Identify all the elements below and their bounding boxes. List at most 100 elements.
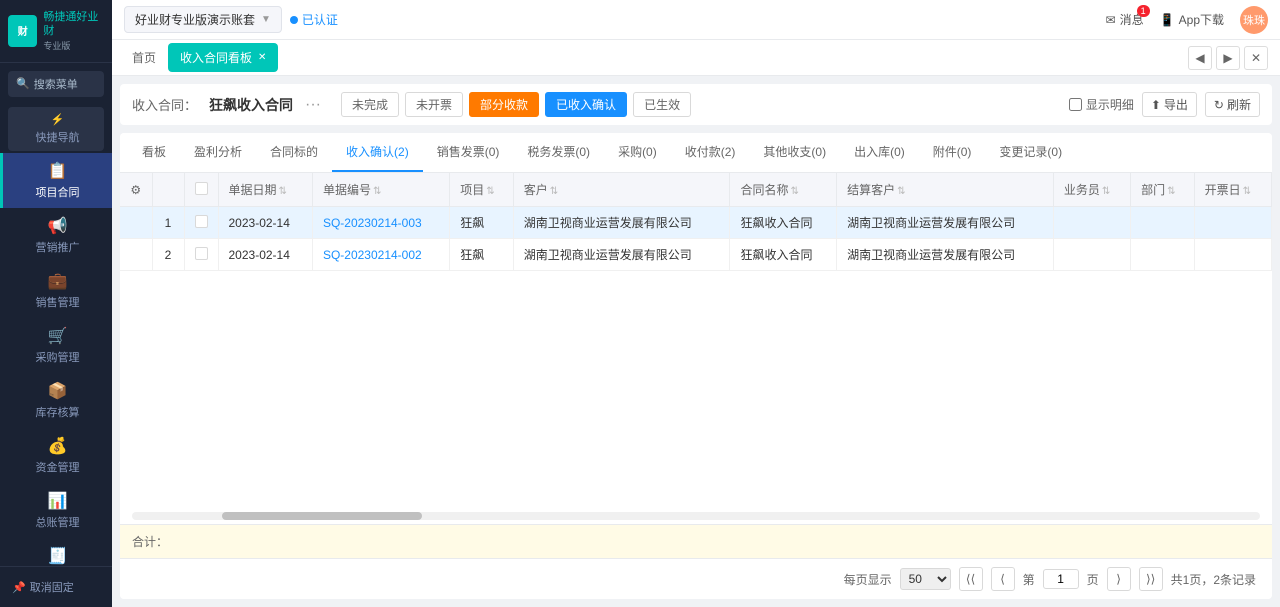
status-partial_collected[interactable]: 部分收款 xyxy=(469,92,539,117)
sidebar-item-project[interactable]: 📋项目合同 xyxy=(0,153,112,208)
row-check[interactable] xyxy=(184,207,218,239)
export-button[interactable]: ⬆ 导出 xyxy=(1142,92,1197,117)
sidebar-item-inventory[interactable]: 📦库存核算 xyxy=(0,373,112,428)
row-settings[interactable] xyxy=(120,239,152,271)
sidebar-item-label: 总账管理 xyxy=(36,514,80,530)
table-row[interactable]: 2 2023-02-14 SQ-20230214-002 狂飙 湖南卫视商业运营… xyxy=(120,239,1272,271)
pagination-bar: 每页显示 50 100 200 ⟨⟨ ⟨ 第 页 ⟩ ⟩⟩ 共1页，2 xyxy=(120,558,1272,599)
sidebar-item-sales[interactable]: 💼销售管理 xyxy=(0,263,112,318)
inner-tab-profit[interactable]: 盈利分析 xyxy=(180,133,256,172)
quick-nav-icon: ⚡ xyxy=(51,113,65,126)
inner-tab-change_log[interactable]: 变更记录(0) xyxy=(985,133,1076,172)
page-number-input[interactable] xyxy=(1043,569,1079,589)
col-customer[interactable]: 客户⇅ xyxy=(513,173,730,207)
row-number[interactable]: SQ-20230214-002 xyxy=(312,239,449,271)
page-label-after: 页 xyxy=(1087,571,1099,588)
col-open_date[interactable]: 开票日⇅ xyxy=(1194,173,1271,207)
search-menu-button[interactable]: 🔍 搜索菜单 xyxy=(8,71,104,97)
sidebar-item-capital[interactable]: 💰资金管理 xyxy=(0,428,112,483)
status-effective[interactable]: 已生效 xyxy=(633,92,691,117)
inner-tab-kanban[interactable]: 看板 xyxy=(128,133,180,172)
col-number[interactable]: 单据编号⇅ xyxy=(312,173,449,207)
tab-prev-button[interactable]: ◀ xyxy=(1188,46,1212,70)
certified-dot xyxy=(290,16,298,24)
tab-close-button[interactable]: ✕ xyxy=(1244,46,1268,70)
total-pages-label: 共1页，2条记录 xyxy=(1171,571,1256,588)
row-number[interactable]: SQ-20230214-003 xyxy=(312,207,449,239)
col-end_customer[interactable]: 结算客户⇅ xyxy=(837,173,1054,207)
tab-close-icon[interactable]: ✕ xyxy=(258,52,266,63)
table-row[interactable]: 1 2023-02-14 SQ-20230214-003 狂飙 湖南卫视商业运营… xyxy=(120,207,1272,239)
tabbar: 首页 收入合同看板 ✕ ◀ ▶ ✕ xyxy=(112,40,1280,76)
purchase-icon: 🛒 xyxy=(48,326,68,346)
scrollbar-thumb[interactable] xyxy=(222,512,422,520)
row-date: 2023-02-14 xyxy=(218,207,312,239)
select-all-checkbox[interactable] xyxy=(195,182,208,195)
inner-tab-other_income[interactable]: 其他收支(0) xyxy=(749,133,840,172)
sidebar-item-label: 销售管理 xyxy=(36,294,80,310)
app-download-button[interactable]: 📱 App下载 xyxy=(1160,11,1224,28)
last-page-button[interactable]: ⟩⟩ xyxy=(1139,567,1163,591)
inner-tab-contract_standard[interactable]: 合同标的 xyxy=(256,133,332,172)
sort-project-icon: ⇅ xyxy=(486,186,494,197)
home-tab[interactable]: 首页 xyxy=(124,43,164,72)
row-number-link[interactable]: SQ-20230214-003 xyxy=(323,216,422,230)
topbar: 好业财专业版演示账套 ▼ 已认证 ✉ 消息 1 📱 App下载 珠珠 xyxy=(112,0,1280,40)
prev-page-button[interactable]: ⟨ xyxy=(991,567,1015,591)
col-contract_name[interactable]: 合同名称⇅ xyxy=(730,173,837,207)
sidebar-item-invoice[interactable]: 🧾发票管理 xyxy=(0,538,112,566)
inner-tab-sales_invoice[interactable]: 销售发票(0) xyxy=(423,133,514,172)
col-salesperson[interactable]: 业务员⇅ xyxy=(1053,173,1130,207)
download-icon: 📱 xyxy=(1160,13,1175,27)
user-avatar[interactable]: 珠珠 xyxy=(1240,6,1268,34)
project-icon: 📋 xyxy=(48,161,68,181)
next-page-button[interactable]: ⟩ xyxy=(1107,567,1131,591)
row-number-link[interactable]: SQ-20230214-002 xyxy=(323,248,422,262)
main-content: 好业财专业版演示账套 ▼ 已认证 ✉ 消息 1 📱 App下载 珠珠 xyxy=(112,0,1280,607)
col-project[interactable]: 项目⇅ xyxy=(450,173,514,207)
inner-tab-purchase[interactable]: 采购(0) xyxy=(604,133,671,172)
horizontal-scrollbar[interactable] xyxy=(132,512,1260,520)
row-settings[interactable] xyxy=(120,207,152,239)
row-checkbox-1[interactable] xyxy=(195,247,208,260)
export-icon: ⬆ xyxy=(1151,98,1161,112)
company-selector[interactable]: 好业财专业版演示账套 ▼ xyxy=(124,6,282,33)
sidebar-item-purchase[interactable]: 🛒采购管理 xyxy=(0,318,112,373)
status-unfinished[interactable]: 未完成 xyxy=(341,92,399,117)
more-options-icon[interactable]: ··· xyxy=(305,96,321,114)
per-page-select[interactable]: 50 100 200 xyxy=(900,568,951,590)
sidebar-item-quick-nav[interactable]: ⚡ 快捷导航 xyxy=(8,107,104,151)
total-label: 合计： xyxy=(132,533,168,550)
row-check[interactable] xyxy=(184,239,218,271)
first-page-button[interactable]: ⟨⟨ xyxy=(959,567,983,591)
inner-tab-tax_invoice[interactable]: 税务发票(0) xyxy=(513,133,604,172)
row-checkbox-0[interactable] xyxy=(195,215,208,228)
inner-tab-income_confirm[interactable]: 收入确认(2) xyxy=(332,133,423,172)
logo-icon: 财 xyxy=(8,15,37,47)
inner-tab-in_out_stock[interactable]: 出入库(0) xyxy=(840,133,919,172)
active-tab[interactable]: 收入合同看板 ✕ xyxy=(168,43,278,72)
status-confirmed[interactable]: 已收入确认 xyxy=(545,92,627,117)
refresh-button[interactable]: ↻ 刷新 xyxy=(1205,92,1260,117)
message-button[interactable]: ✉ 消息 1 xyxy=(1106,11,1144,28)
unpin-button[interactable]: 📌 取消固定 xyxy=(8,575,104,599)
chevron-down-icon: ▼ xyxy=(261,14,271,25)
sort-number-icon: ⇅ xyxy=(373,186,381,197)
settings-icon[interactable]: ⚙ xyxy=(130,183,141,197)
inner-tab-payment[interactable]: 收付款(2) xyxy=(671,133,750,172)
row-project: 狂飙 xyxy=(450,207,514,239)
inner-tab-attachment[interactable]: 附件(0) xyxy=(919,133,986,172)
message-icon: ✉ xyxy=(1106,13,1116,27)
general-icon: 📊 xyxy=(48,491,68,511)
show-detail-input[interactable] xyxy=(1069,98,1082,111)
sidebar-item-label: 库存核算 xyxy=(36,404,80,420)
topbar-right: ✉ 消息 1 📱 App下载 珠珠 xyxy=(1106,6,1268,34)
contract-header: 收入合同： 狂飙收入合同 ··· 未完成未开票部分收款已收入确认已生效 显示明细… xyxy=(120,84,1272,125)
col-date[interactable]: 单据日期⇅ xyxy=(218,173,312,207)
show-detail-checkbox[interactable]: 显示明细 xyxy=(1069,96,1134,113)
status-uninvoiced[interactable]: 未开票 xyxy=(405,92,463,117)
tab-next-button[interactable]: ▶ xyxy=(1216,46,1240,70)
col-department[interactable]: 部门⇅ xyxy=(1131,173,1195,207)
sidebar-item-marketing[interactable]: 📢营销推广 xyxy=(0,208,112,263)
sidebar-item-general[interactable]: 📊 总账管理 xyxy=(0,483,112,538)
